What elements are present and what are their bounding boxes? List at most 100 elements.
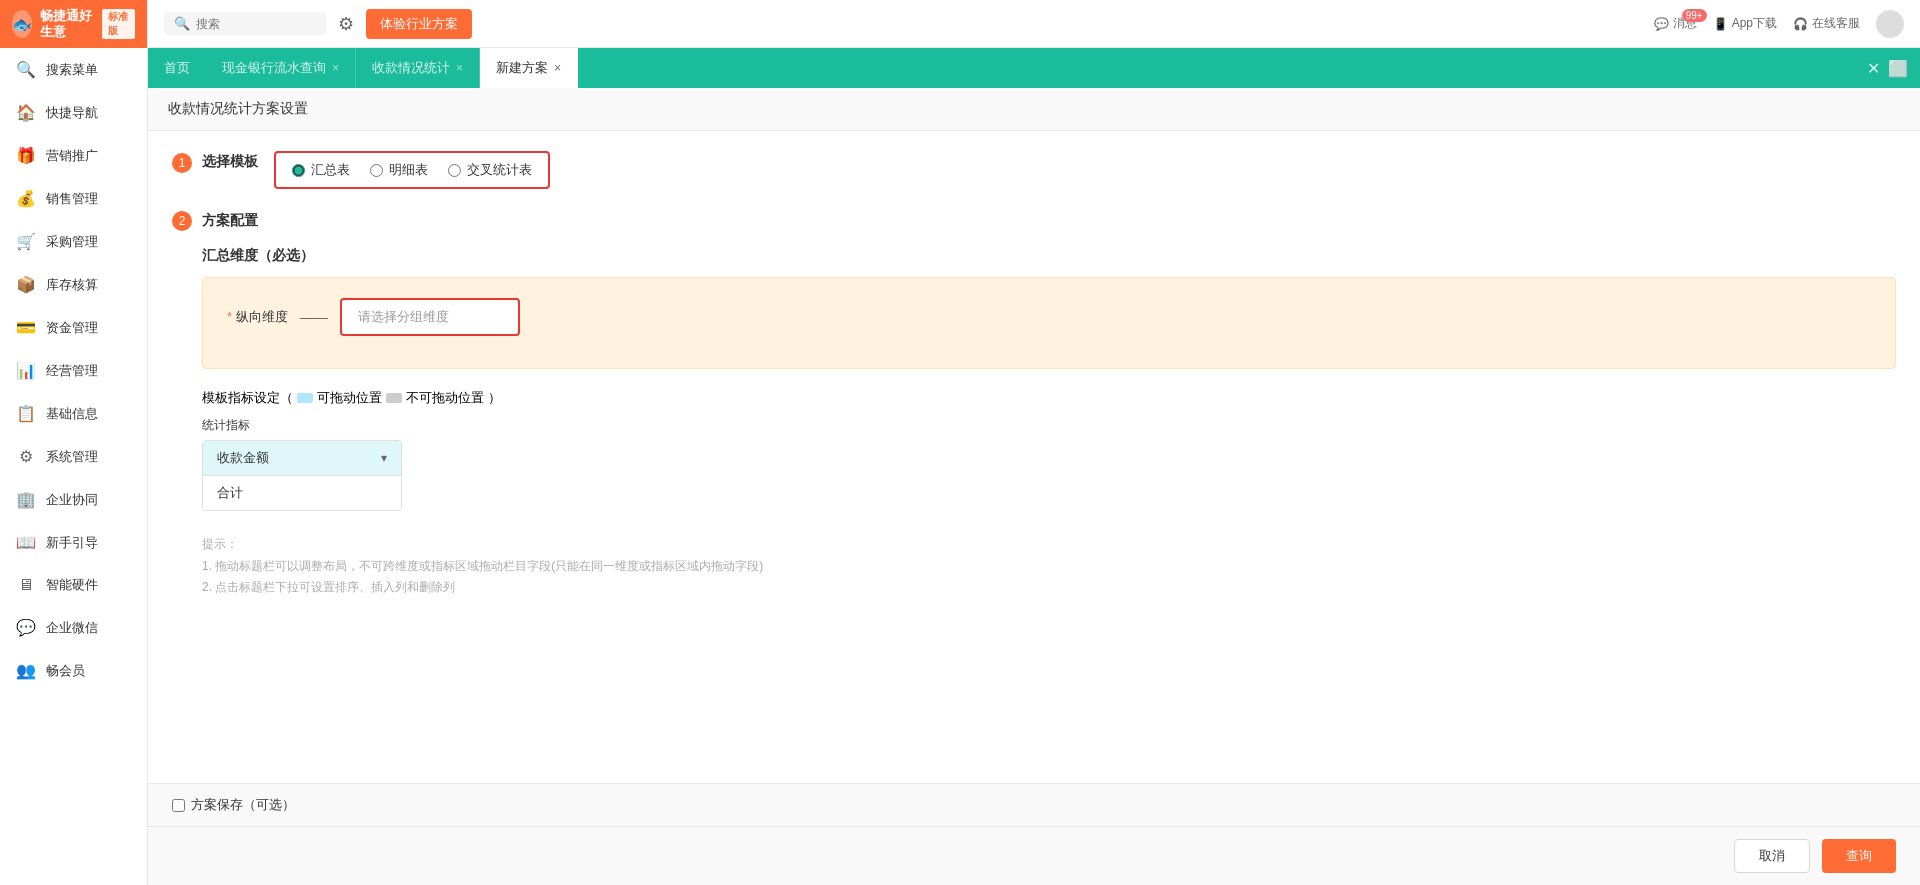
- sidebar-item-member-label: 畅会员: [46, 662, 85, 680]
- footer-buttons: 取消 查询: [148, 826, 1920, 885]
- step1-block: 1 选择模板 汇总表 明细表 交叉统计表: [172, 151, 1896, 189]
- vertical-dimension-row: * 纵向维度 —— 请选择分组维度: [227, 298, 1871, 336]
- topbar-search-box[interactable]: 🔍: [164, 12, 326, 35]
- step2-block: 2 方案配置 汇总维度（必选） * 纵向维度 ——: [172, 209, 1896, 599]
- sidebar-item-quick-nav-label: 快捷导航: [46, 104, 98, 122]
- metrics-header-label: 收款金额: [217, 449, 269, 467]
- radio-crosstab[interactable]: 交叉统计表: [448, 161, 532, 179]
- online-service-label: 在线客服: [1812, 15, 1860, 32]
- sidebar-item-warehouse[interactable]: 📦 库存核算: [0, 263, 147, 306]
- metrics-section: 统计指标 收款金额 ▾ 合计: [202, 417, 402, 514]
- tab-bank-flow-close-icon[interactable]: ×: [332, 61, 339, 75]
- sidebar-item-hardware-label: 智能硬件: [46, 576, 98, 594]
- radio-summary-input[interactable]: [292, 164, 305, 177]
- topbar-right: 💬 消息 99+ 📱 App下载 🎧 在线客服: [1654, 10, 1904, 38]
- tabbar: 首页 现金银行流水查询 × 收款情况统计 × 新建方案 × ✕ ⬜: [148, 48, 1920, 88]
- radio-crosstab-label: 交叉统计表: [467, 161, 532, 179]
- metrics-config-title: 模板指标设定（: [202, 389, 293, 407]
- sidebar-item-purchase[interactable]: 🛒 采购管理: [0, 220, 147, 263]
- metrics-body-label: 合计: [217, 485, 243, 500]
- radio-detail-input[interactable]: [370, 164, 383, 177]
- monitor-icon: 🖥: [16, 576, 36, 594]
- sidebar-item-marketing[interactable]: 🎁 营销推广: [0, 134, 147, 177]
- step2-content: 汇总维度（必选） * 纵向维度 —— 请选择分组维度: [172, 247, 1896, 599]
- sidebar-item-enterprise-label: 企业协同: [46, 491, 98, 509]
- topbar-search-input[interactable]: [196, 17, 316, 31]
- user-avatar[interactable]: [1876, 10, 1904, 38]
- topbar-gear-icon[interactable]: ⚙: [338, 13, 354, 35]
- online-service-button[interactable]: 🎧 在线客服: [1793, 15, 1860, 32]
- movable-label: 可拖动位置: [317, 389, 382, 407]
- metrics-table: 收款金额 ▾ 合计: [202, 440, 402, 511]
- tab-collection-stat-close-icon[interactable]: ×: [456, 61, 463, 75]
- tab-collection-stat[interactable]: 收款情况统计 ×: [356, 48, 480, 88]
- dimension-select-box[interactable]: 请选择分组维度: [340, 298, 520, 336]
- tab-bank-flow-label: 现金银行流水查询: [222, 59, 326, 77]
- sidebar-item-operations[interactable]: 📊 经营管理: [0, 349, 147, 392]
- metrics-table-header[interactable]: 收款金额 ▾: [203, 441, 401, 476]
- tab-bank-flow[interactable]: 现金银行流水查询 ×: [206, 48, 356, 88]
- sidebar-item-sales[interactable]: 💰 销售管理: [0, 177, 147, 220]
- content-area: 收款情况统计方案设置 1 选择模板 汇总表 明细表: [148, 88, 1920, 885]
- sidebar-item-guide-label: 新手引导: [46, 534, 98, 552]
- radio-summary[interactable]: 汇总表: [292, 161, 350, 179]
- form-section: 1 选择模板 汇总表 明细表 交叉统计表: [148, 131, 1920, 783]
- movable-position-icon: [297, 393, 313, 403]
- tab-close-all-icon[interactable]: ✕: [1867, 59, 1880, 78]
- sidebar-item-search[interactable]: 🔍 搜索菜单: [0, 48, 147, 91]
- sidebar-item-enterprise[interactable]: 🏢 企业协同: [0, 478, 147, 521]
- tab-collection-stat-label: 收款情况统计: [372, 59, 450, 77]
- sidebar-item-member[interactable]: 👥 畅会员: [0, 649, 147, 692]
- sidebar-item-guide[interactable]: 📖 新手引导: [0, 521, 147, 564]
- edition-badge: 标准版: [102, 9, 135, 39]
- tip-item-1: 1. 拖动标题栏可以调整布局，不可跨维度或指标区域拖动栏目字段(只能在同一维度或…: [202, 556, 1896, 578]
- sidebar-item-finance-label: 资金管理: [46, 319, 98, 337]
- industry-plan-button[interactable]: 体验行业方案: [366, 9, 472, 39]
- radio-detail[interactable]: 明细表: [370, 161, 428, 179]
- building-icon: 🏢: [16, 490, 36, 509]
- radio-crosstab-input[interactable]: [448, 164, 461, 177]
- message-icon: 💬: [1654, 17, 1669, 31]
- sidebar-item-finance[interactable]: 💳 资金管理: [0, 306, 147, 349]
- tab-home[interactable]: 首页: [148, 59, 206, 77]
- cancel-button[interactable]: 取消: [1734, 839, 1810, 873]
- chart-icon: 📊: [16, 361, 36, 380]
- wechat-icon: 💬: [16, 618, 36, 637]
- search-icon: 🔍: [16, 60, 36, 79]
- step2-header: 2 方案配置: [172, 209, 274, 231]
- metrics-hint-row: 模板指标设定（ 可拖动位置 不可拖动位置 ）: [202, 389, 1896, 407]
- save-checkbox-input[interactable]: [172, 799, 185, 812]
- required-star: *: [227, 309, 232, 324]
- query-button[interactable]: 查询: [1822, 839, 1896, 873]
- tab-new-plan[interactable]: 新建方案 ×: [480, 48, 578, 88]
- step2-num: 2: [172, 211, 192, 231]
- tip-section: 提示： 1. 拖动标题栏可以调整布局，不可跨维度或指标区域拖动栏目字段(只能在同…: [202, 534, 1896, 599]
- gift-icon: 🎁: [16, 146, 36, 165]
- step1-label: 选择模板: [202, 153, 258, 171]
- sidebar-item-basic-info-label: 基础信息: [46, 405, 98, 423]
- card-icon: 💳: [16, 318, 36, 337]
- tab-new-plan-label: 新建方案: [496, 59, 548, 77]
- save-checkbox-label[interactable]: 方案保存（可选）: [172, 796, 295, 814]
- metrics-table-area: 统计指标 收款金额 ▾ 合计: [202, 417, 1896, 514]
- save-label: 方案保存（可选）: [191, 796, 295, 814]
- gear-sidebar-icon: ⚙: [16, 447, 36, 466]
- sidebar-item-wechat[interactable]: 💬 企业微信: [0, 606, 147, 649]
- sidebar-item-quick-nav[interactable]: 🏠 快捷导航: [0, 91, 147, 134]
- sidebar-item-wechat-label: 企业微信: [46, 619, 98, 637]
- page-container: 收款情况统计方案设置 1 选择模板 汇总表 明细表: [148, 88, 1920, 885]
- sidebar-item-warehouse-label: 库存核算: [46, 276, 98, 294]
- sidebar-item-system[interactable]: ⚙ 系统管理: [0, 435, 147, 478]
- sidebar-item-sales-label: 销售管理: [46, 190, 98, 208]
- app-download-button[interactable]: 📱 App下载: [1713, 15, 1777, 32]
- sidebar-item-hardware[interactable]: 🖥 智能硬件: [0, 564, 147, 606]
- money-icon: 💰: [16, 189, 36, 208]
- sidebar-item-system-label: 系统管理: [46, 448, 98, 466]
- tip-title: 提示：: [202, 537, 238, 551]
- metrics-config-suffix: ）: [488, 389, 501, 407]
- message-button[interactable]: 💬 消息 99+: [1654, 15, 1697, 32]
- config-area: * 纵向维度 —— 请选择分组维度: [202, 277, 1896, 369]
- tab-new-plan-close-icon[interactable]: ×: [554, 61, 561, 75]
- sidebar-item-basic-info[interactable]: 📋 基础信息: [0, 392, 147, 435]
- tab-expand-icon[interactable]: ⬜: [1888, 59, 1908, 78]
